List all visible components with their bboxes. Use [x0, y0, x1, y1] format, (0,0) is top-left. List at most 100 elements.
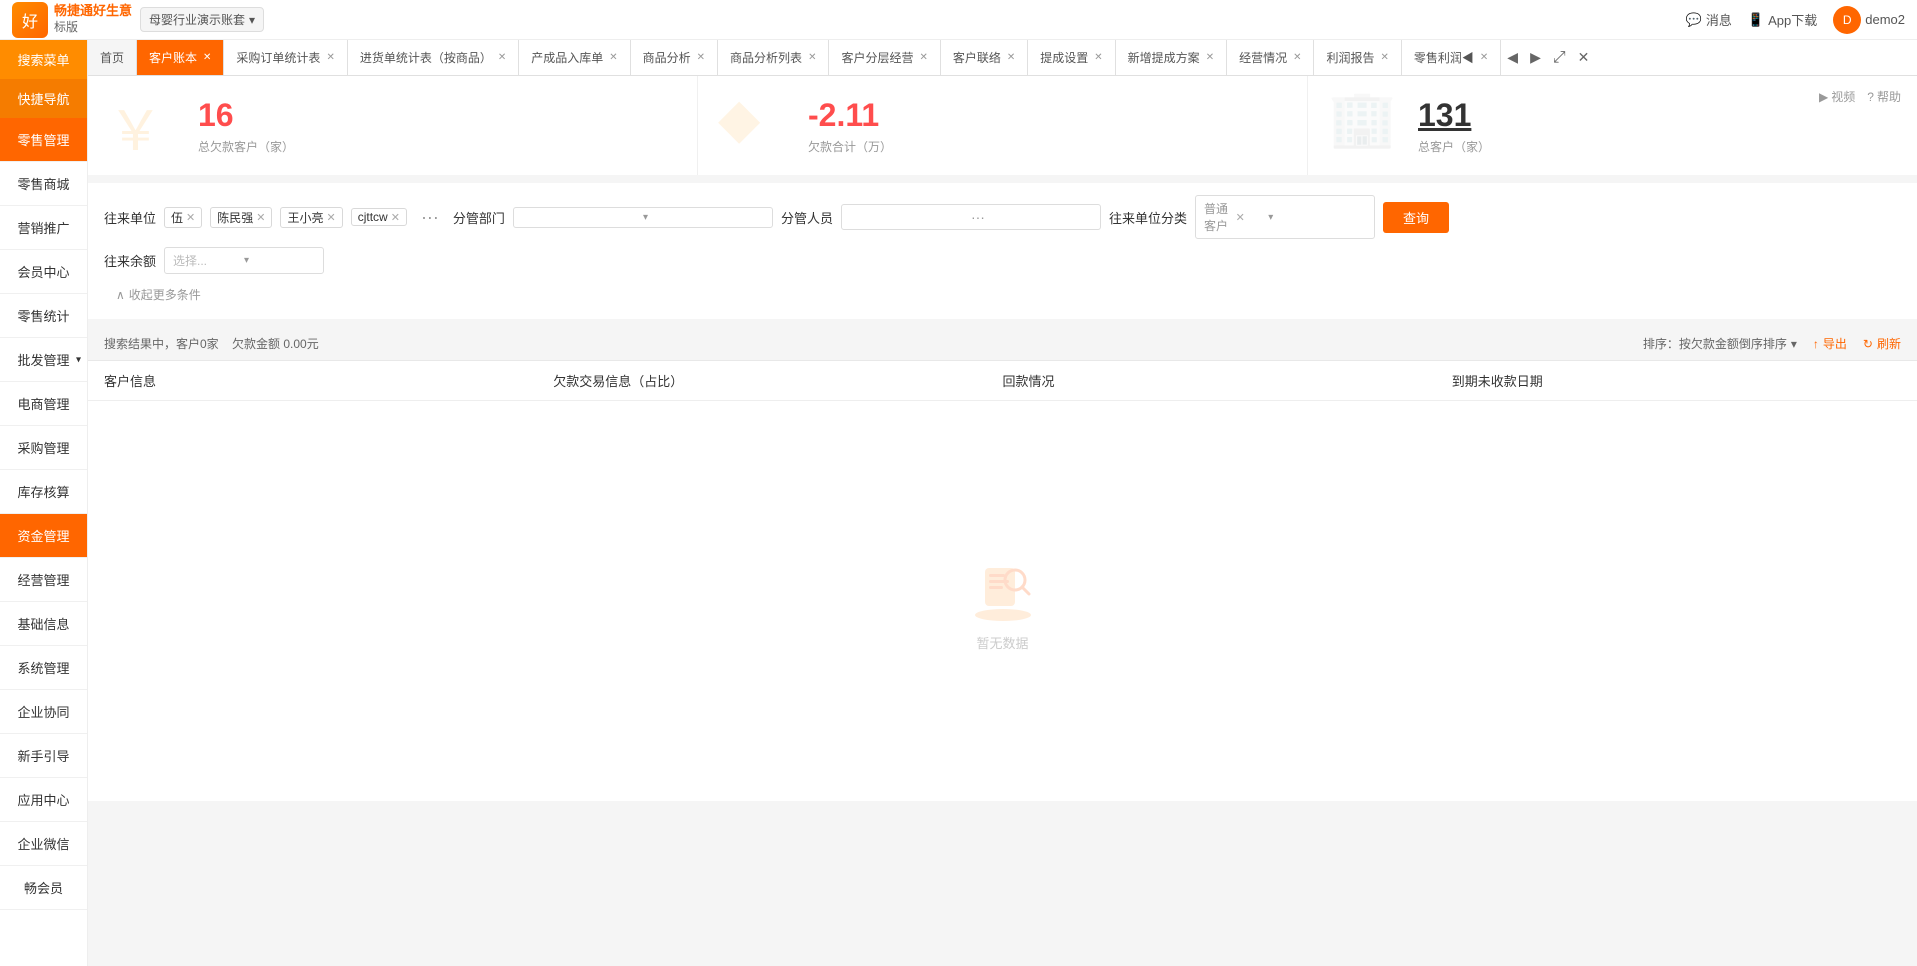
message-icon: 💬 [1686, 12, 1702, 28]
stat-label-debtors: 总欠款客户（家） [198, 138, 294, 155]
main-layout: 搜索菜单 快捷导航 零售管理 零售商城 营销推广 会员中心 零售统计 批发管理 … [0, 40, 1917, 966]
source-unit-tag-cjttcw[interactable]: cjttcw ✕ [351, 208, 407, 226]
tab-inbound-stats[interactable]: 进货单统计表（按商品） ✕ [348, 40, 519, 76]
tab-new-mention-plan[interactable]: 新增提成方案 ✕ [1116, 40, 1227, 76]
sidebar-item-enterprise-collab[interactable]: 企业协同 [0, 690, 87, 734]
empty-state: 暂无数据 [963, 550, 1043, 652]
sidebar-item-enterprise-wechat[interactable]: 企业微信 [0, 822, 87, 866]
source-unit-tag-chenminqiang[interactable]: 陈民强 ✕ [210, 207, 272, 228]
source-unit-label: 往来单位 [104, 208, 156, 227]
sidebar-item-operations-mgmt[interactable]: 经营管理 [0, 558, 87, 602]
query-button[interactable]: 查询 [1383, 202, 1449, 233]
tab-home[interactable]: 首页 [88, 40, 137, 76]
tab-product-analysis-list[interactable]: 商品分析列表 ✕ [718, 40, 829, 76]
source-type-label: 往来单位分类 [1109, 208, 1187, 227]
col-repayment: 回款情况 [1003, 371, 1452, 390]
source-unit-tag-wangxiaoliang[interactable]: 王小亮 ✕ [280, 207, 342, 228]
tab-nav-right[interactable]: ▶ [1524, 49, 1547, 66]
tab-product-analysis[interactable]: 商品分析 ✕ [631, 40, 718, 76]
sidebar-item-retail-mgmt[interactable]: 零售管理 [0, 118, 87, 162]
sidebar-item-new-guide[interactable]: 新手引导 [0, 734, 87, 778]
chevron-down-icon: ▾ [249, 13, 255, 27]
tag-close-common-customer[interactable]: ✕ [1236, 211, 1265, 224]
refresh-btn[interactable]: ↻ 刷新 [1863, 335, 1901, 352]
division-person-select[interactable]: ··· [841, 204, 1101, 230]
export-btn[interactable]: ↑ 导出 [1813, 335, 1847, 352]
tab-expand-btn[interactable]: ⤢ [1547, 49, 1572, 67]
tab-close-customer-tier[interactable]: ✕ [919, 52, 927, 63]
stat-value-arrears: -2.11 [808, 96, 892, 134]
tab-close-customer-contact[interactable]: ✕ [1007, 52, 1015, 63]
tab-close-new-mention-plan[interactable]: ✕ [1206, 52, 1214, 63]
filter-more-btn[interactable]: ··· [415, 206, 445, 228]
logo-area: 好 畅捷通好生意 标版 [12, 2, 132, 38]
sidebar-item-app-center[interactable]: 应用中心 [0, 778, 87, 822]
tab-mention-settings[interactable]: 提成设置 ✕ [1028, 40, 1115, 76]
tab-close-profit-report[interactable]: ✕ [1381, 52, 1389, 63]
tab-customer-contact[interactable]: 客户联络 ✕ [941, 40, 1028, 76]
division-dept-select[interactable]: ▾ [513, 207, 773, 228]
tag-close-cjttcw[interactable]: ✕ [391, 211, 400, 224]
tab-customer-tier[interactable]: 客户分层经营 ✕ [829, 40, 940, 76]
tag-close-wu[interactable]: ✕ [186, 211, 195, 224]
tab-close-product-analysis[interactable]: ✕ [697, 52, 705, 63]
source-type-select[interactable]: 普通客户 ✕ ▾ [1195, 195, 1375, 239]
chevron-down-icon-type: ▾ [1268, 212, 1366, 223]
sidebar-item-retail-mall[interactable]: 零售商城 [0, 162, 87, 206]
filter-row-2: 往来余额 选择... ▾ [104, 247, 1901, 274]
tab-purchase-order-stats[interactable]: 采购订单统计表 ✕ [224, 40, 347, 76]
tab-close-all-btn[interactable]: ✕ [1572, 49, 1596, 66]
tag-close-chenminqiang[interactable]: ✕ [256, 211, 265, 224]
tab-close-inbound[interactable]: ✕ [498, 52, 506, 63]
table-header: 客户信息 欠款交易信息（占比） 回款情况 到期未收款日期 [88, 361, 1917, 401]
remain-select[interactable]: 选择... ▾ [164, 247, 324, 274]
tab-close-product-inbound[interactable]: ✕ [609, 52, 617, 63]
user-area[interactable]: D demo2 [1833, 6, 1905, 34]
sidebar-item-inventory-check[interactable]: 库存核算 [0, 470, 87, 514]
brand-name: 畅捷通好生意 [54, 3, 132, 20]
diamond-bg-icon: ◆ [718, 86, 760, 150]
tab-product-inbound[interactable]: 产成品入库单 ✕ [519, 40, 630, 76]
account-dropdown[interactable]: 母婴行业演示账套 ▾ [140, 7, 264, 32]
tag-close-wangxiaoliang[interactable]: ✕ [327, 211, 336, 224]
sidebar-item-member-center[interactable]: 会员中心 [0, 250, 87, 294]
col-customer-info: 客户信息 [104, 371, 553, 390]
sidebar-item-vip-member[interactable]: 畅会员 [0, 866, 87, 910]
tab-close-product-analysis-list[interactable]: ✕ [808, 52, 816, 63]
tab-close-mention-settings[interactable]: ✕ [1094, 52, 1102, 63]
filter-row-1: 往来单位 伍 ✕ 陈民强 ✕ 王小亮 ✕ cjttcw [104, 195, 1901, 239]
sidebar-item-wholesale-mgmt[interactable]: 批发管理 [0, 338, 87, 382]
video-link[interactable]: ▶ 视频 [1819, 88, 1855, 105]
sidebar-item-marketing[interactable]: 营销推广 [0, 206, 87, 250]
filter-area: 往来单位 伍 ✕ 陈民强 ✕ 王小亮 ✕ cjttcw [88, 183, 1917, 319]
sidebar-item-basic-info[interactable]: 基础信息 [0, 602, 87, 646]
tab-nav-left[interactable]: ◀ [1501, 49, 1524, 66]
tab-profit-report[interactable]: 利润报告 ✕ [1314, 40, 1401, 76]
sidebar-item-purchase-mgmt[interactable]: 采购管理 [0, 426, 87, 470]
sidebar-search[interactable]: 搜索菜单 [0, 40, 87, 79]
tab-close-purchase[interactable]: ✕ [326, 52, 334, 63]
source-unit-tag-wu[interactable]: 伍 ✕ [164, 207, 202, 228]
tab-close-retail-profit[interactable]: ✕ [1480, 52, 1488, 63]
sidebar: 搜索菜单 快捷导航 零售管理 零售商城 营销推广 会员中心 零售统计 批发管理 … [0, 40, 88, 966]
tab-close-customer-accounts[interactable]: ✕ [203, 52, 211, 63]
sidebar-item-retail-stats[interactable]: 零售统计 [0, 294, 87, 338]
tab-retail-profit[interactable]: 零售利润◀ ✕ [1402, 40, 1501, 76]
sidebar-item-ecommerce-mgmt[interactable]: 电商管理 [0, 382, 87, 426]
refresh-icon: ↻ [1863, 337, 1873, 351]
sidebar-item-system-mgmt[interactable]: 系统管理 [0, 646, 87, 690]
collapse-btn[interactable]: ∧ 收起更多条件 [104, 282, 1901, 307]
sort-chevron-icon: ▾ [1791, 337, 1797, 351]
tab-operation-status[interactable]: 经营情况 ✕ [1227, 40, 1314, 76]
help-link[interactable]: ? 帮助 [1867, 88, 1901, 105]
message-btn[interactable]: 💬 消息 [1686, 10, 1732, 29]
tab-close-operation-status[interactable]: ✕ [1293, 52, 1301, 63]
tab-customer-accounts[interactable]: 客户账本 ✕ [137, 40, 224, 76]
stat-info-arrears: -2.11 欠款合计（万） [808, 96, 892, 155]
sidebar-item-finance-mgmt[interactable]: 资金管理 [0, 514, 87, 558]
sidebar-quick-nav[interactable]: 快捷导航 [0, 79, 87, 118]
stat-card-total-arrears: ◆ -2.11 欠款合计（万） [698, 76, 1308, 175]
app-download-btn[interactable]: 📱 App下载 [1748, 10, 1817, 29]
sort-selector[interactable]: 排序：按欠款金额倒序排序 ▾ [1643, 335, 1797, 352]
source-type-tag-common[interactable]: 普通客户 ✕ [1204, 200, 1264, 234]
